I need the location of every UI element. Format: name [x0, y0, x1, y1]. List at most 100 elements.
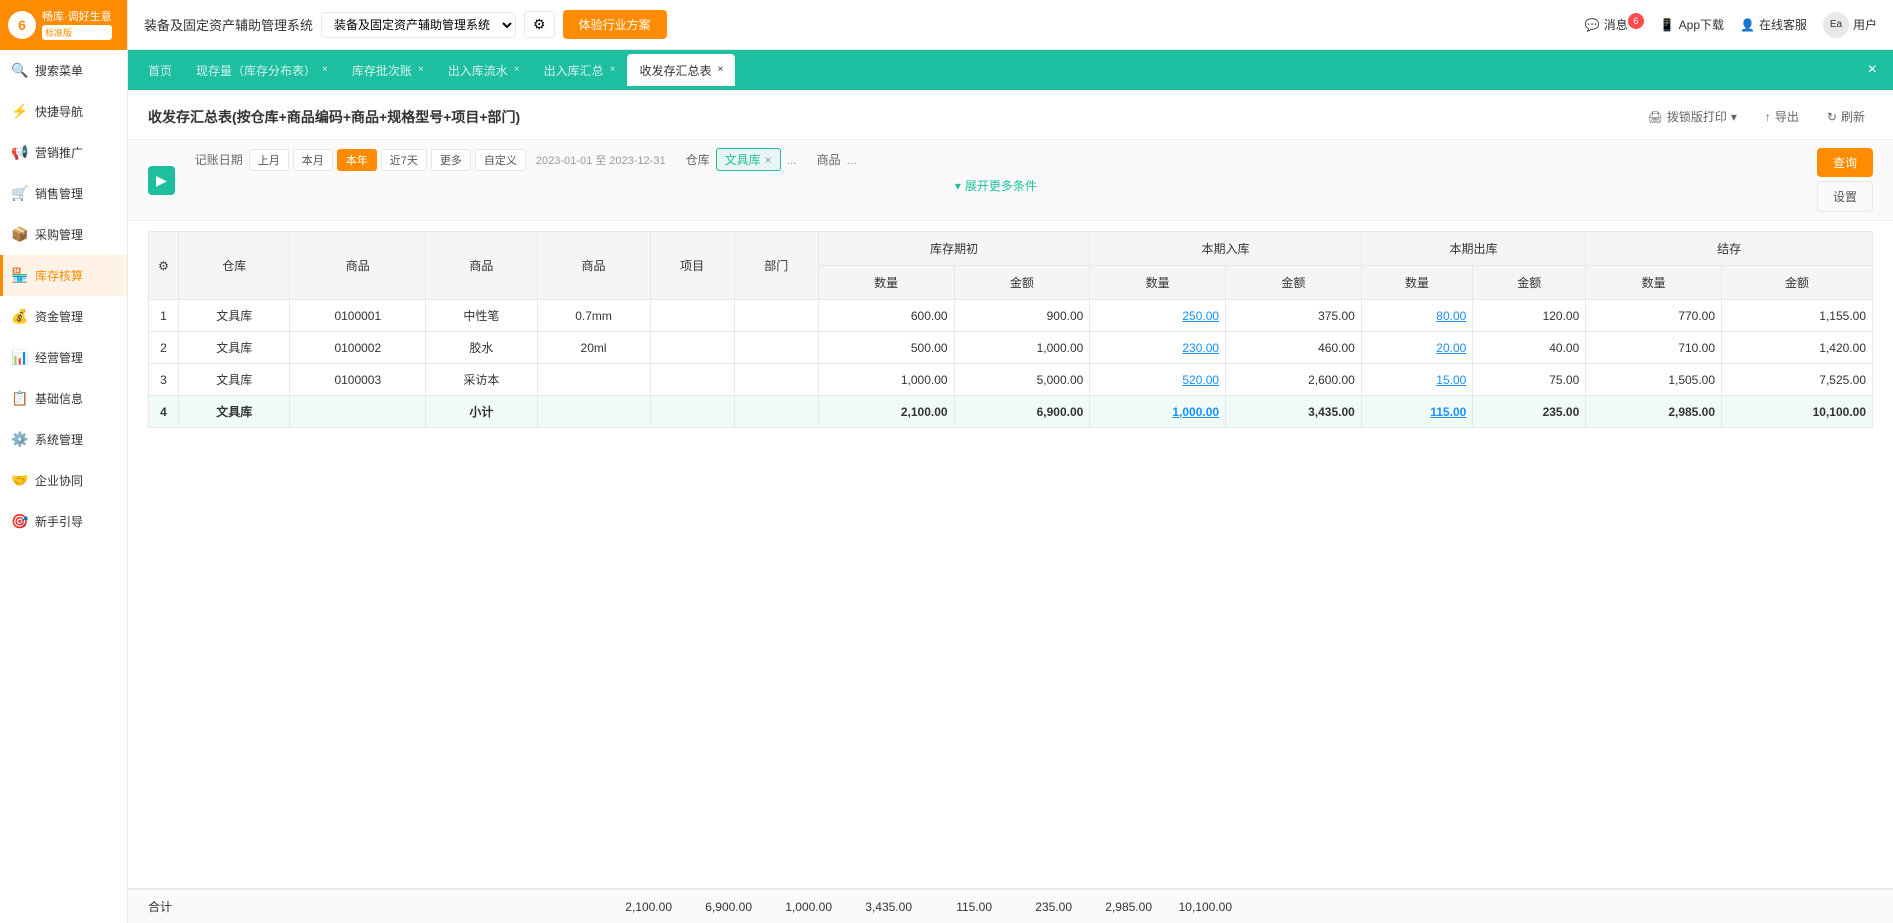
- refresh-icon: ↻: [1827, 110, 1837, 124]
- settings-gear-button[interactable]: ⚙: [524, 11, 555, 38]
- footer-in-qty: 1,000.00: [758, 900, 838, 914]
- sidebar-item-purchase[interactable]: 📦 采购管理: [0, 214, 127, 255]
- search-icon: 🔍: [11, 62, 27, 79]
- column-settings-button[interactable]: 设置: [1817, 181, 1873, 212]
- tab-inventory-dist[interactable]: 现存量（库存分布表） ×: [184, 54, 340, 86]
- query-button[interactable]: 查询: [1817, 148, 1873, 177]
- table-cell-2-4: [537, 364, 650, 396]
- inventory-icon: 🏪: [11, 267, 27, 284]
- table-cell-3-11[interactable]: 115.00: [1361, 396, 1472, 428]
- table-cell-0-7: 600.00: [818, 300, 954, 332]
- date-custom-btn[interactable]: 自定义: [475, 149, 526, 171]
- date-last-month-btn[interactable]: 上月: [249, 149, 289, 171]
- sidebar-item-finance[interactable]: 💰 资金管理: [0, 296, 127, 337]
- message-action[interactable]: 💬 消息 6: [1585, 16, 1644, 33]
- table-cell-3-13: 2,985.00: [1586, 396, 1722, 428]
- page-title: 收发存汇总表(按仓库+商品编码+商品+规格型号+项目+部门): [148, 107, 520, 127]
- table-cell-0-14: 1,155.00: [1722, 300, 1873, 332]
- table-cell-2-7: 1,000.00: [818, 364, 954, 396]
- table-cell-1-9[interactable]: 230.00: [1090, 332, 1226, 364]
- warehouse-tag-remove-button[interactable]: ×: [765, 153, 772, 167]
- sidebar-item-inventory[interactable]: 🏪 库存核算: [0, 255, 127, 296]
- sidebar-item-sales[interactable]: 🛒 销售管理: [0, 173, 127, 214]
- table-cell-0-9[interactable]: 250.00: [1090, 300, 1226, 332]
- tab-in-out-summary[interactable]: 出入库汇总 ×: [532, 54, 628, 86]
- table-cell-1-11[interactable]: 20.00: [1361, 332, 1472, 364]
- online-service-action[interactable]: 👤 在线客服: [1740, 16, 1807, 33]
- sidebar-item-basic-info[interactable]: 📋 基础信息: [0, 378, 127, 419]
- app-download-label: App下载: [1679, 16, 1724, 33]
- print-button[interactable]: 🖨 拨锁版打印 ▾: [1640, 104, 1745, 129]
- table-cell-0-11[interactable]: 80.00: [1361, 300, 1472, 332]
- th-opening-amt: 金额: [954, 266, 1090, 300]
- phone-icon: 📱: [1660, 18, 1675, 32]
- table-cell-1-1: 文具库: [179, 332, 290, 364]
- table-cell-0-3: 中性笔: [426, 300, 537, 332]
- table-cell-3-0: 4: [149, 396, 179, 428]
- product-more-button[interactable]: ...: [847, 153, 857, 167]
- user-avatar: Ea: [1823, 12, 1849, 38]
- tab-bar-close-button[interactable]: ×: [1860, 61, 1885, 79]
- sidebar: 6 畅库·调好生意 标准版 🔍 搜索菜单 ⚡ 快捷导航 📢 营销推广 🛒 销售管…: [0, 0, 128, 923]
- table-header-group-row: ⚙ 仓库 商品 商品 商品 项目 部门 库存期初 本期入库 本期出库 结存: [149, 232, 1873, 266]
- expand-conditions-button[interactable]: ▾ 展开更多条件: [955, 177, 1037, 194]
- refresh-button[interactable]: ↻ 刷新: [1819, 104, 1873, 129]
- basic-info-icon: 📋: [11, 390, 27, 407]
- sidebar-item-label: 企业协同: [35, 472, 83, 489]
- export-icon: ↑: [1765, 110, 1771, 124]
- table-cell-2-9[interactable]: 520.00: [1090, 364, 1226, 396]
- filter-toggle-button[interactable]: ▶: [148, 166, 175, 195]
- tab-batch-ledger[interactable]: 库存批次账 ×: [340, 54, 436, 86]
- sidebar-item-label: 经营管理: [35, 349, 83, 366]
- th-closing-group: 结存: [1586, 232, 1873, 266]
- date-7days-btn[interactable]: 近7天: [381, 149, 427, 171]
- header-left: 装备及固定资产辅助管理系统 装备及固定资产辅助管理系统 ⚙ 体验行业方案: [144, 10, 667, 39]
- date-this-year-btn[interactable]: 本年: [337, 149, 377, 171]
- tab-batch-ledger-close[interactable]: ×: [418, 65, 424, 75]
- trial-button[interactable]: 体验行业方案: [563, 10, 667, 39]
- user-action[interactable]: Ea 用户: [1823, 12, 1877, 38]
- table-cell-2-0: 3: [149, 364, 179, 396]
- sidebar-item-search[interactable]: 🔍 搜索菜单: [0, 50, 127, 91]
- table-row: 4文具库小计2,100.006,900.001,000.003,435.0011…: [149, 396, 1873, 428]
- tab-inventory-dist-close[interactable]: ×: [322, 65, 328, 75]
- table-cell-1-4: 20ml: [537, 332, 650, 364]
- sidebar-item-quick-nav[interactable]: ⚡ 快捷导航: [0, 91, 127, 132]
- message-label: 消息: [1604, 16, 1628, 33]
- tab-in-out-flow[interactable]: 出入库流水 ×: [436, 54, 532, 86]
- warehouse-more-button[interactable]: ...: [787, 153, 797, 167]
- sales-icon: 🛒: [11, 185, 27, 202]
- th-settings[interactable]: ⚙: [149, 232, 179, 300]
- table-cell-2-13: 1,505.00: [1586, 364, 1722, 396]
- warehouse-tag: 文具库 ×: [716, 148, 781, 171]
- tab-recv-send-summary-close[interactable]: ×: [717, 65, 723, 75]
- tab-home[interactable]: 首页: [136, 54, 184, 86]
- table-cell-2-8: 5,000.00: [954, 364, 1090, 396]
- app-download-action[interactable]: 📱 App下载: [1660, 16, 1724, 33]
- table-cell-2-11[interactable]: 15.00: [1361, 364, 1472, 396]
- system-selector[interactable]: 装备及固定资产辅助管理系统: [321, 12, 516, 38]
- tab-recv-send-summary[interactable]: 收发存汇总表 ×: [627, 54, 735, 86]
- date-this-month-btn[interactable]: 本月: [293, 149, 333, 171]
- sidebar-item-enterprise[interactable]: 🤝 企业协同: [0, 460, 127, 501]
- table-cell-3-9[interactable]: 1,000.00: [1090, 396, 1226, 428]
- sidebar-item-system[interactable]: ⚙️ 系统管理: [0, 419, 127, 460]
- date-more-btn[interactable]: 更多: [431, 149, 471, 171]
- sidebar-item-marketing[interactable]: 📢 营销推广: [0, 132, 127, 173]
- tab-in-out-summary-close[interactable]: ×: [610, 65, 616, 75]
- table-cell-3-6: [734, 396, 818, 428]
- table-cell-0-12: 120.00: [1473, 300, 1586, 332]
- footer-closing-qty: 2,985.00: [1078, 900, 1158, 914]
- export-button[interactable]: ↑ 导出: [1757, 104, 1807, 129]
- tab-in-out-summary-label: 出入库汇总: [544, 62, 604, 79]
- sidebar-item-new-guide[interactable]: 🎯 新手引导: [0, 501, 127, 542]
- table-cell-0-1: 文具库: [179, 300, 290, 332]
- th-out-group: 本期出库: [1361, 232, 1585, 266]
- tab-in-out-flow-close[interactable]: ×: [514, 65, 520, 75]
- footer-in-amt: 3,435.00: [838, 900, 918, 914]
- footer-opening-qty: 2,100.00: [598, 900, 678, 914]
- print-label: 拨锁版打印: [1667, 108, 1727, 125]
- sidebar-item-label: 新手引导: [35, 513, 83, 530]
- table-cell-3-4: [537, 396, 650, 428]
- sidebar-item-operations[interactable]: 📊 经营管理: [0, 337, 127, 378]
